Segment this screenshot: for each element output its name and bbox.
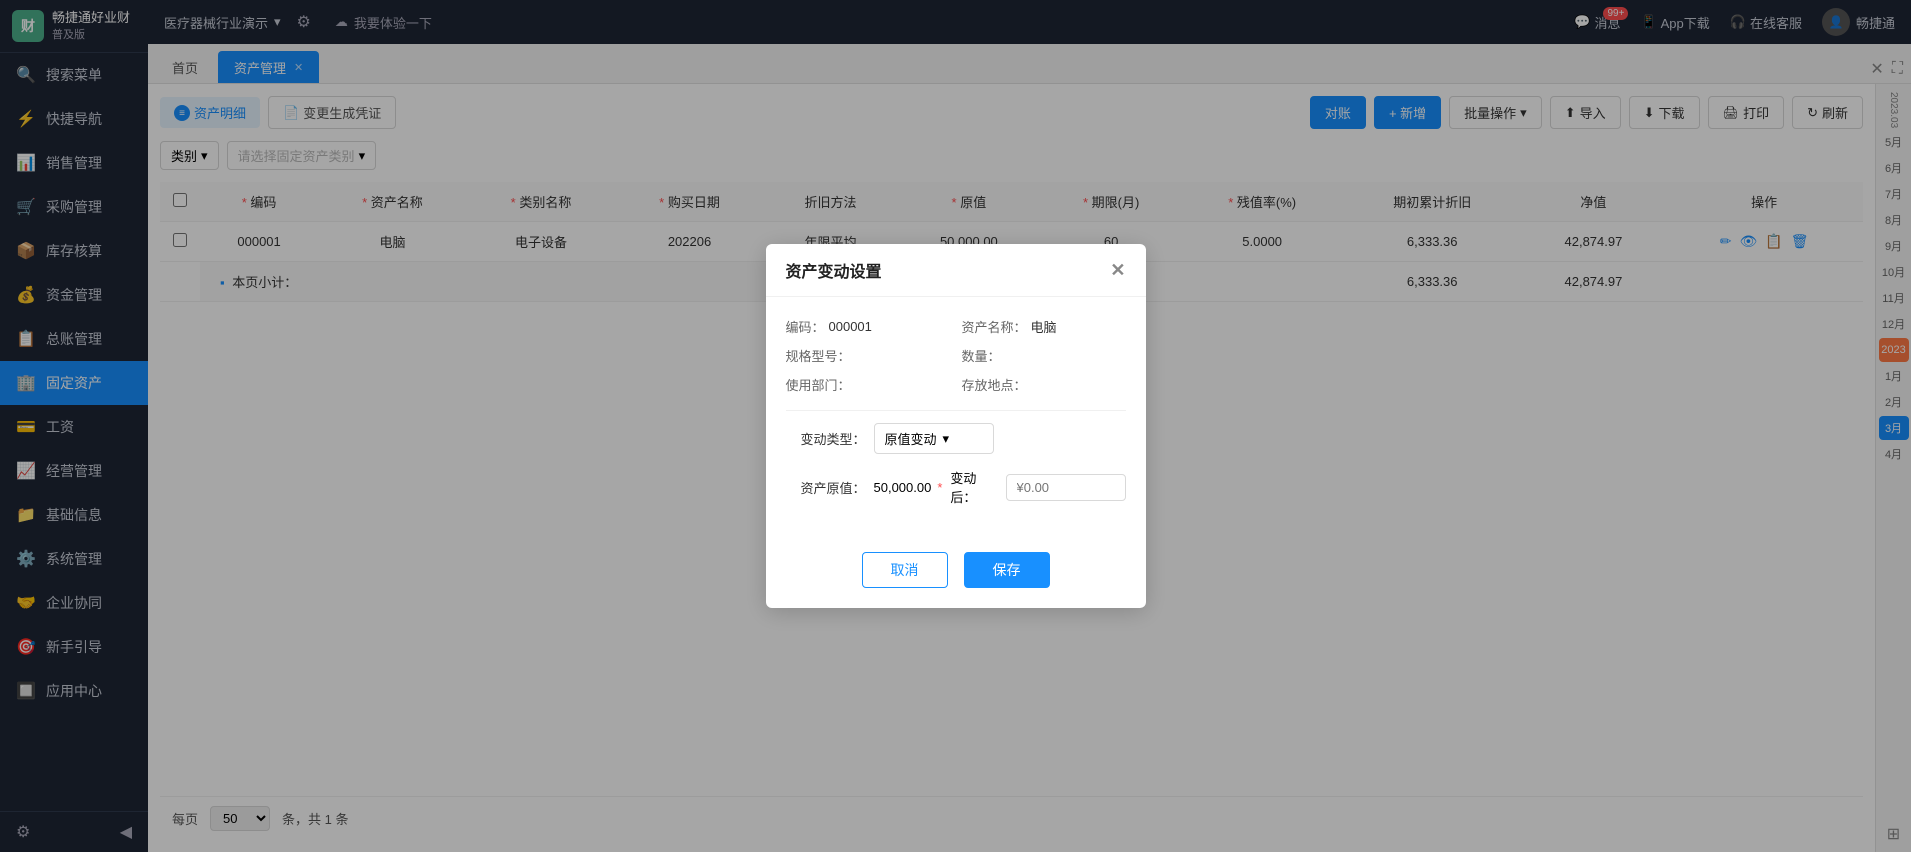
dialog-close-button[interactable]: ✕ — [1110, 260, 1125, 281]
dialog-body: 编码： 000001 资产名称： 电脑 规格型号： 数量： 使用部门： — [766, 297, 1146, 540]
dialog-change-type-row: 变动类型： 原值变动 ▾ — [786, 423, 1126, 454]
cancel-button[interactable]: 取消 — [862, 552, 948, 588]
dialog-spec-field: 规格型号： — [786, 346, 950, 365]
dialog-info-grid: 编码： 000001 资产名称： 电脑 规格型号： 数量： 使用部门： — [786, 317, 1126, 394]
required-star: * — [937, 480, 942, 495]
dialog-asset-name-field: 资产名称： 电脑 — [962, 317, 1126, 336]
dialog-quantity-field: 数量： — [962, 346, 1126, 365]
change-type-select[interactable]: 原值变动 ▾ — [874, 423, 994, 454]
dialog-code-field: 编码： 000001 — [786, 317, 950, 336]
modal-overlay[interactable]: 资产变动设置 ✕ 编码： 000001 资产名称： 电脑 规格型号： 数量： — [0, 0, 1911, 852]
asset-change-dialog: 资产变动设置 ✕ 编码： 000001 资产名称： 电脑 规格型号： 数量： — [766, 244, 1146, 608]
save-button[interactable]: 保存 — [964, 552, 1050, 588]
dialog-location-field: 存放地点： — [962, 375, 1126, 394]
dialog-footer: 取消 保存 — [766, 540, 1146, 608]
dialog-code-value: 000001 — [829, 319, 872, 334]
dialog-value-row: 资产原值： 50,000.00 * 变动后： — [786, 468, 1126, 506]
dialog-dept-field: 使用部门： — [786, 375, 950, 394]
dialog-divider — [786, 410, 1126, 411]
dialog-asset-name-value: 电脑 — [1031, 317, 1057, 336]
dialog-header: 资产变动设置 ✕ — [766, 244, 1146, 297]
after-value-input[interactable] — [1006, 474, 1126, 501]
dialog-title: 资产变动设置 — [786, 258, 882, 282]
change-type-dropdown-icon: ▾ — [943, 431, 950, 447]
dialog-original-value-display: 50,000.00 — [874, 480, 932, 495]
